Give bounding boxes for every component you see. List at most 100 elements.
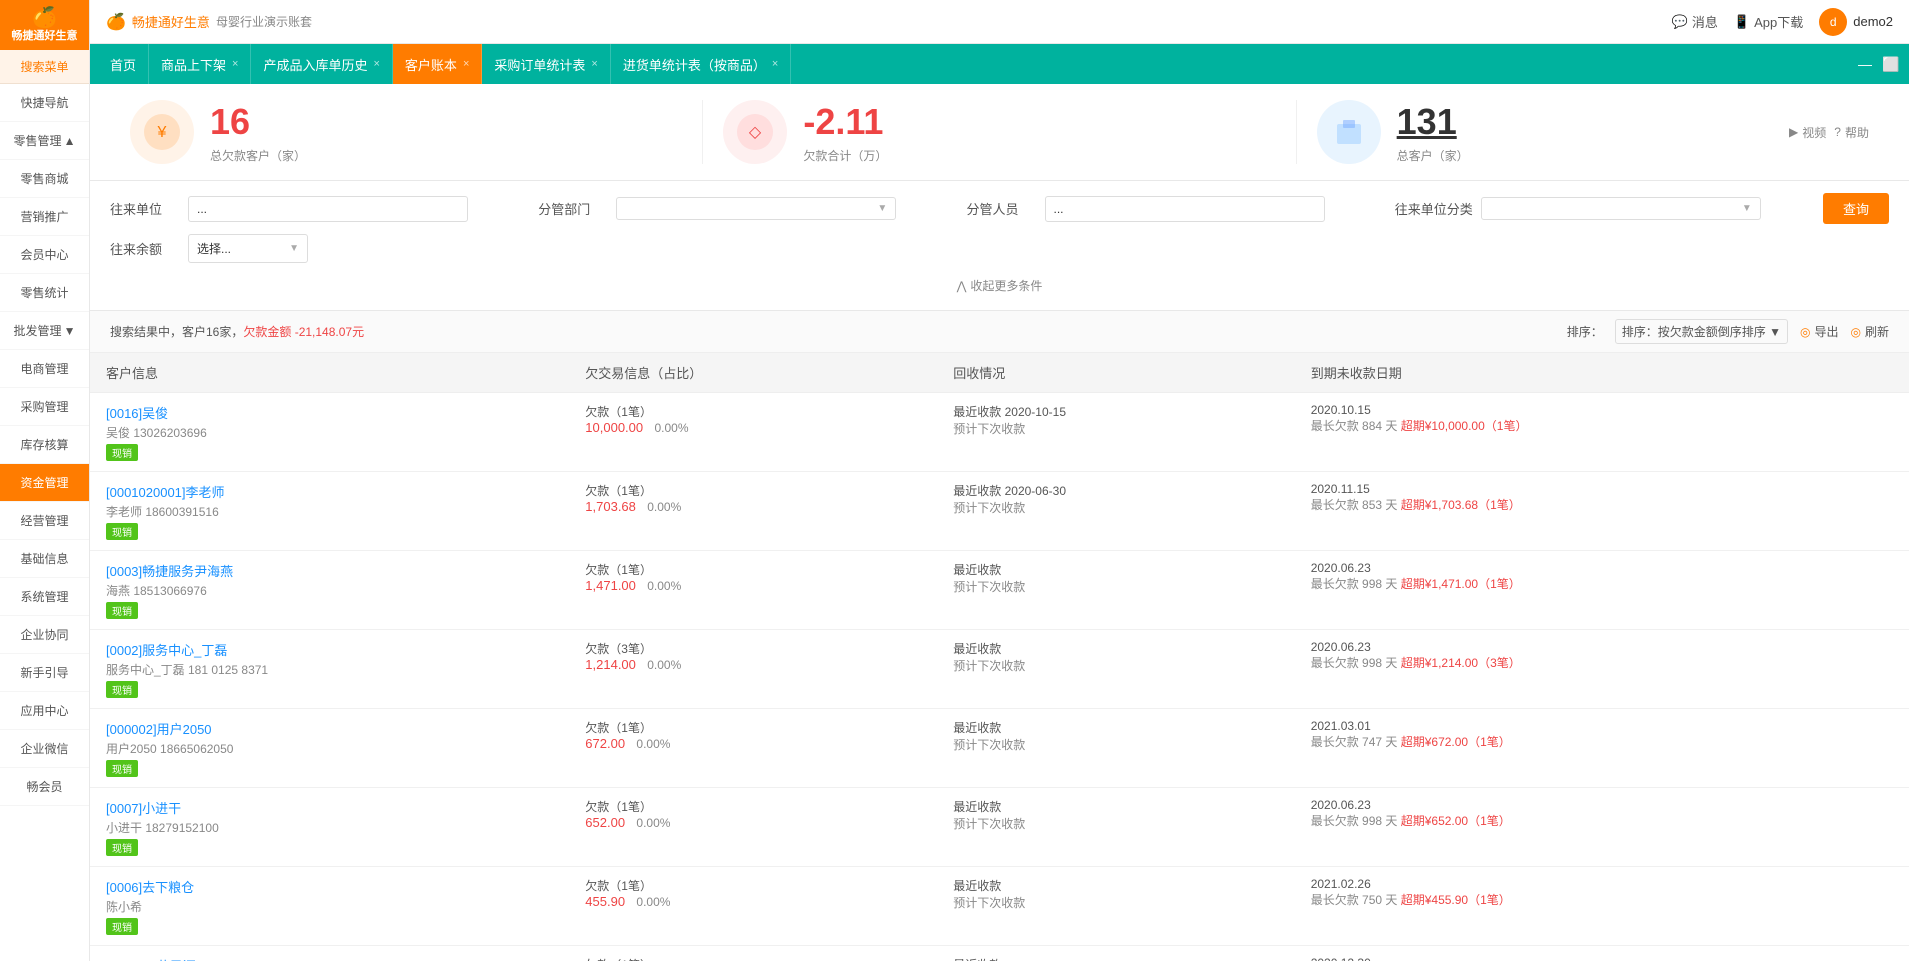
sort-select[interactable]: 排序：按欠款金额倒序排序 ▼ — [1615, 319, 1788, 344]
sidebar-item-batch-mgmt[interactable]: 批发管理 ▼ — [0, 312, 89, 350]
overdue-link-2[interactable]: 超期¥1,471.00（1笔） — [1401, 577, 1521, 591]
owe-amount-3: 1,214.00 — [585, 657, 636, 672]
overdue-link-5[interactable]: 超期¥652.00（1笔） — [1401, 814, 1511, 828]
overdue-link-4[interactable]: 超期¥672.00（1笔） — [1401, 735, 1511, 749]
tab-purchase-by-product[interactable]: 进货单统计表（按商品） × — [611, 44, 791, 84]
sidebar-item-retail-mall[interactable]: 零售商城 — [0, 160, 89, 198]
tab-customer-account[interactable]: 客户账本 × — [393, 44, 482, 84]
tab-close-5[interactable]: × — [772, 58, 778, 70]
dept-select[interactable]: ▼ — [616, 197, 896, 220]
col-owe-info: 欠交易信息（占比） — [569, 353, 937, 393]
cell-owe-5: 欠款（1笔） 652.00 0.00% — [569, 788, 937, 867]
stat-info-1: 16 总欠款客户（家） — [210, 101, 306, 164]
tab-close-2[interactable]: × — [373, 58, 379, 70]
customer-name-1[interactable]: [0001020001]李老师 — [106, 482, 553, 501]
owe-count-4: 欠款（1笔） — [585, 719, 921, 736]
cell-due-7: 2020.12.30 最长欠款 808 天 超期¥429.00（1笔） — [1295, 946, 1909, 961]
overdue-link-1[interactable]: 超期¥1,703.68（1笔） — [1401, 498, 1521, 512]
next-collection-6: 预计下次收款 — [953, 894, 1278, 911]
balance-select[interactable]: 选择... ▼ — [188, 234, 308, 263]
video-btn[interactable]: ▶ 视频 — [1789, 124, 1826, 141]
help-btn[interactable]: ? 帮助 — [1834, 124, 1869, 141]
maximize-btn[interactable]: ⬜ — [1881, 54, 1901, 74]
owe-amount-row-4: 672.00 0.00% — [585, 736, 921, 751]
tab-close-3[interactable]: × — [463, 58, 469, 70]
overdue-link-0[interactable]: 超期¥10,000.00（1笔） — [1401, 419, 1528, 433]
source-unit-input[interactable]: ... — [188, 196, 468, 222]
recent-collection-6: 最近收款 — [953, 877, 1278, 894]
table-row: [000001]黄思源 黄思源 13552700226 现销 欠款（1笔） 42… — [90, 946, 1909, 961]
customer-name-2[interactable]: [0003]畅捷服务尹海燕 — [106, 561, 553, 580]
export-icon: ◎ — [1800, 325, 1810, 339]
tab-product-listing[interactable]: 商品上下架 × — [149, 44, 251, 84]
sidebar-item-apps[interactable]: 应用中心 — [0, 692, 89, 730]
cell-customer-4: [000002]用户2050 用户2050 18665062050 现销 — [90, 709, 569, 788]
cell-owe-1: 欠款（1笔） 1,703.68 0.00% — [569, 472, 937, 551]
sidebar-item-system[interactable]: 系统管理 — [0, 578, 89, 616]
owe-amount-4: 672.00 — [585, 736, 625, 751]
customer-name-3[interactable]: [0002]服务中心_丁磊 — [106, 640, 553, 659]
recent-label-0: 最近收款 — [953, 405, 1001, 419]
tab-production-history[interactable]: 产成品入库单历史 × — [251, 44, 392, 84]
cell-due-4: 2021.03.01 最长欠款 747 天 超期¥672.00（1笔） — [1295, 709, 1909, 788]
customer-name-5[interactable]: [0007]小进干 — [106, 798, 553, 817]
tab-home[interactable]: 首页 — [98, 44, 149, 84]
sidebar-item-quick-nav[interactable]: 快捷导航 — [0, 84, 89, 122]
customer-sub-0: 吴俊 13026203696 — [106, 424, 553, 441]
tab-close-4[interactable]: × — [591, 58, 597, 70]
sidebar-item-guide[interactable]: 新手引导 — [0, 654, 89, 692]
sidebar-item-finance[interactable]: 资金管理 — [0, 464, 89, 502]
next-collection-4: 预计下次收款 — [953, 736, 1278, 753]
sidebar-item-retail-stats[interactable]: 零售统计 — [0, 274, 89, 312]
owe-count-1: 欠款（1笔） — [585, 482, 921, 499]
unit-category-select[interactable]: ▼ — [1481, 197, 1761, 220]
username-label: demo2 — [1853, 14, 1893, 29]
recent-date-0: 2020-10-15 — [1005, 405, 1066, 419]
chevron-down-icon: ▲ — [64, 134, 76, 148]
collapse-up-icon: ⋀ — [957, 279, 967, 293]
tab-purchase-stats[interactable]: 采购订单统计表 × — [482, 44, 610, 84]
tab-close-1[interactable]: × — [232, 58, 238, 70]
sidebar-item-retail-mgmt[interactable]: 零售管理 ▲ — [0, 122, 89, 160]
sidebar-item-corp-wx[interactable]: 企业微信 — [0, 730, 89, 768]
sidebar-item-operations[interactable]: 经营管理 — [0, 502, 89, 540]
balance-arrow-icon: ▼ — [289, 243, 299, 254]
sidebar-item-basic-info[interactable]: 基础信息 — [0, 540, 89, 578]
due-date-3: 2020.06.23 — [1311, 640, 1893, 654]
customer-name-0[interactable]: [0016]吴俊 — [106, 403, 553, 422]
sidebar-item-vip[interactable]: 畅会员 — [0, 768, 89, 806]
recent-label-1: 最近收款 — [953, 484, 1001, 498]
customer-name-7[interactable]: [000001]黄思源 — [106, 956, 553, 961]
minimize-btn[interactable]: — — [1855, 54, 1875, 74]
table-header-row: 客户信息 欠交易信息（占比） 回收情况 到期未收款日期 — [90, 353, 1909, 393]
owe-amount-row-2: 1,471.00 0.00% — [585, 578, 921, 593]
filter-collapse-btn[interactable]: ⋀ 收起更多条件 — [110, 273, 1889, 298]
sidebar-item-purchase[interactable]: 采购管理 — [0, 388, 89, 426]
max-days-3: 最长欠款 998 天 超期¥1,214.00（3笔） — [1311, 654, 1893, 671]
sidebar-item-marketing[interactable]: 营销推广 — [0, 198, 89, 236]
manager-input[interactable]: ... — [1045, 196, 1325, 222]
sidebar-search-menu[interactable]: 搜索菜单 — [0, 50, 89, 84]
export-btn[interactable]: ◎ 导出 — [1800, 323, 1839, 340]
sidebar-nav: 快捷导航 零售管理 ▲ 零售商城 营销推广 会员中心 零售统计 批发管理 ▼ — [0, 84, 89, 961]
message-btn[interactable]: 💬 消息 — [1672, 12, 1718, 31]
table-toolbar: 搜索结果中，客户16家，欠款金额 -21,148.07元 排序： 排序：按欠款金… — [90, 311, 1909, 353]
user-avatar-area[interactable]: d demo2 — [1819, 8, 1893, 36]
customer-name-4[interactable]: [000002]用户2050 — [106, 719, 553, 738]
table-row: [0016]吴俊 吴俊 13026203696 现销 欠款（1笔） 10,000… — [90, 393, 1909, 472]
refresh-btn[interactable]: ◎ 刷新 — [1851, 323, 1890, 340]
sidebar-item-ecommerce[interactable]: 电商管理 — [0, 350, 89, 388]
search-button[interactable]: 查询 — [1823, 193, 1889, 224]
next-collection-5: 预计下次收款 — [953, 815, 1278, 832]
cell-due-1: 2020.11.15 最长欠款 853 天 超期¥1,703.68（1笔） — [1295, 472, 1909, 551]
overdue-link-6[interactable]: 超期¥455.90（1笔） — [1401, 893, 1511, 907]
sidebar-item-member[interactable]: 会员中心 — [0, 236, 89, 274]
sidebar-item-enterprise[interactable]: 企业协同 — [0, 616, 89, 654]
customer-name-6[interactable]: [0006]去下粮仓 — [106, 877, 553, 896]
customer-badge-2: 现销 — [106, 602, 138, 619]
overdue-link-3[interactable]: 超期¥1,214.00（3笔） — [1401, 656, 1521, 670]
app-download-btn[interactable]: 📱 App下载 — [1734, 12, 1803, 31]
customer-badge-0: 现销 — [106, 444, 138, 461]
cell-recovery-1: 最近收款 2020-06-30 预计下次收款 — [937, 472, 1294, 551]
sidebar-item-inventory[interactable]: 库存核算 — [0, 426, 89, 464]
